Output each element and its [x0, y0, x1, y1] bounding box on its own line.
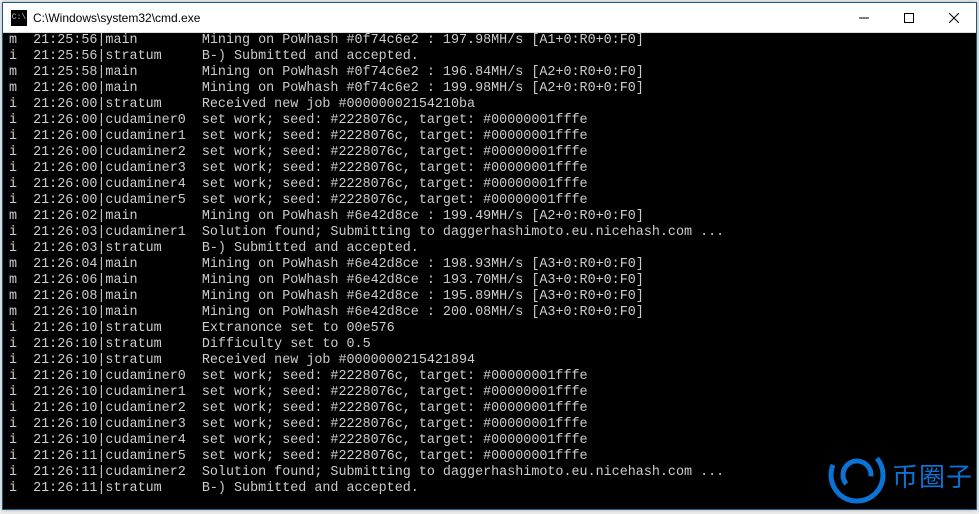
console-line: i 21:26:11|cudaminer2 Solution found; Su…	[9, 465, 976, 481]
console-line: i 21:26:11|stratum B-) Submitted and acc…	[9, 481, 976, 497]
console-line: i 21:26:00|cudaminer4 set work; seed: #2…	[9, 177, 976, 193]
maximize-button[interactable]	[886, 3, 931, 32]
cmd-icon: C:\	[11, 10, 27, 26]
window-controls	[841, 3, 976, 32]
cmd-icon-label: C:\	[12, 14, 26, 22]
titlebar[interactable]: C:\ C:\Windows\system32\cmd.exe	[3, 3, 976, 33]
console-line: i 21:26:10|cudaminer3 set work; seed: #2…	[9, 417, 976, 433]
console-line: i 21:26:10|cudaminer4 set work; seed: #2…	[9, 433, 976, 449]
console-line: i 21:26:10|stratum Extranonce set to 00e…	[9, 321, 976, 337]
console-line: m 21:26:02|main Mining on PoWhash #6e42d…	[9, 209, 976, 225]
console-line: i 21:26:10|stratum Difficulty set to 0.5	[9, 337, 976, 353]
console-line: i 21:26:11|cudaminer5 set work; seed: #2…	[9, 449, 976, 465]
console-line: m 21:25:56|main Mining on PoWhash #0f74c…	[9, 33, 976, 49]
console-line: i 21:26:03|cudaminer1 Solution found; Su…	[9, 225, 976, 241]
console-line: i 21:26:00|cudaminer3 set work; seed: #2…	[9, 161, 976, 177]
console-line: i 21:26:10|cudaminer0 set work; seed: #2…	[9, 369, 976, 385]
maximize-icon	[904, 13, 914, 23]
console-line: m 21:26:08|main Mining on PoWhash #6e42d…	[9, 289, 976, 305]
console-line: m 21:26:04|main Mining on PoWhash #6e42d…	[9, 257, 976, 273]
console-line: m 21:26:00|main Mining on PoWhash #0f74c…	[9, 81, 976, 97]
console-line: i 21:26:00|stratum Received new job #000…	[9, 97, 976, 113]
close-icon	[949, 13, 959, 23]
console-line: i 21:26:00|cudaminer0 set work; seed: #2…	[9, 113, 976, 129]
console-line: i 21:26:10|stratum Received new job #000…	[9, 353, 976, 369]
close-button[interactable]	[931, 3, 976, 32]
console-output[interactable]: m 21:25:56|main Mining on PoWhash #0f74c…	[3, 33, 976, 509]
console-line: i 21:26:00|cudaminer2 set work; seed: #2…	[9, 145, 976, 161]
console-line: i 21:26:00|cudaminer5 set work; seed: #2…	[9, 193, 976, 209]
console-line: m 21:26:06|main Mining on PoWhash #6e42d…	[9, 273, 976, 289]
console-line: i 21:26:10|cudaminer1 set work; seed: #2…	[9, 385, 976, 401]
minimize-button[interactable]	[841, 3, 886, 32]
console-line: m 21:26:10|main Mining on PoWhash #6e42d…	[9, 305, 976, 321]
window-title: C:\Windows\system32\cmd.exe	[33, 11, 841, 25]
cmd-window: C:\ C:\Windows\system32\cmd.exe m 21:25:…	[2, 2, 977, 510]
console-line: i 21:25:56|stratum B-) Submitted and acc…	[9, 49, 976, 65]
console-line: m 21:25:58|main Mining on PoWhash #0f74c…	[9, 65, 976, 81]
console-line: i 21:26:00|cudaminer1 set work; seed: #2…	[9, 129, 976, 145]
console-line: i 21:26:03|stratum B-) Submitted and acc…	[9, 241, 976, 257]
console-line: i 21:26:10|cudaminer2 set work; seed: #2…	[9, 401, 976, 417]
minimize-icon	[859, 13, 869, 23]
